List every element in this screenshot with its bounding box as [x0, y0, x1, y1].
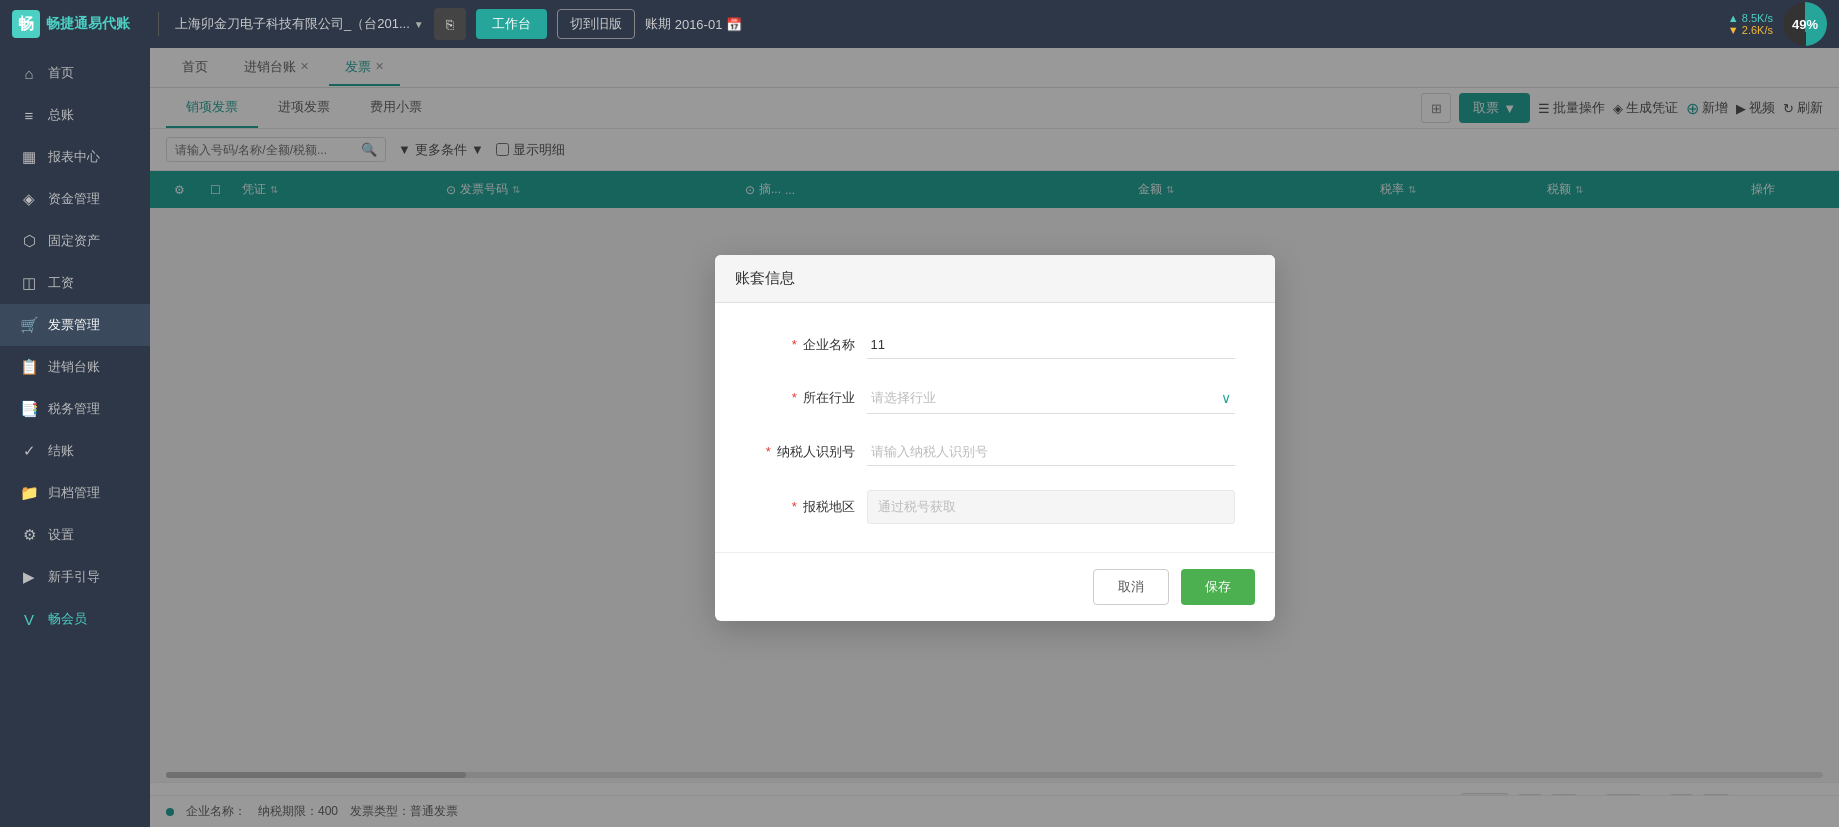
sidebar-label-home: 首页: [48, 64, 74, 82]
topbar: 畅 畅捷通易代账 上海卯金刀电子科技有限公司_（台201... ▼ ⎘ 工作台 …: [0, 0, 1839, 48]
industry-row: * 所在行业 请选择行业 ∨: [755, 383, 1235, 414]
sidebar-item-purchase[interactable]: 📋 进销台账: [0, 346, 150, 388]
industry-label: * 所在行业: [755, 389, 855, 407]
sidebar-label-settings: 设置: [48, 526, 74, 544]
modal-overlay: 账套信息 * 企业名称 * 所在行业 请: [150, 48, 1839, 827]
logo-icon: 畅: [12, 10, 40, 38]
tax-region-display: 通过税号获取: [867, 490, 1235, 524]
copy-icon-btn[interactable]: ⎘: [434, 8, 466, 40]
sidebar-label-purchase: 进销台账: [48, 358, 100, 376]
cancel-button[interactable]: 取消: [1093, 569, 1169, 605]
assets-icon: ⬡: [20, 232, 38, 250]
main-area: 首页 进销台账 ✕ 发票 ✕ 销项发票 进项发票 费用小票 ⊞ 取票 ▼: [150, 48, 1839, 827]
required-mark-4: *: [792, 499, 797, 514]
app-name: 畅捷通易代账: [46, 15, 130, 33]
industry-placeholder: 请选择行业: [871, 389, 1221, 407]
required-mark-3: *: [766, 444, 771, 459]
old-version-button[interactable]: 切到旧版: [557, 9, 635, 39]
company-name-row: * 企业名称: [755, 331, 1235, 359]
save-button[interactable]: 保存: [1181, 569, 1255, 605]
sidebar-item-settings[interactable]: ⚙ 设置: [0, 514, 150, 556]
tax-id-input[interactable]: [867, 438, 1235, 466]
company-dropdown-icon[interactable]: ▼: [414, 19, 424, 30]
sidebar-label-archive: 归档管理: [48, 484, 100, 502]
sidebar-item-tax[interactable]: 📑 税务管理: [0, 388, 150, 430]
speed-indicator: ▲ 8.5K/s ▼ 2.6K/s: [1728, 12, 1773, 36]
sidebar-label-invoice: 发票管理: [48, 316, 100, 334]
sidebar-item-guide[interactable]: ▶ 新手引导: [0, 556, 150, 598]
payroll-icon: ◫: [20, 274, 38, 292]
sidebar-label-reports: 报表中心: [48, 148, 100, 166]
sidebar-item-archive[interactable]: 📁 归档管理: [0, 472, 150, 514]
ledger-icon: ≡: [20, 107, 38, 124]
reports-icon: ▦: [20, 148, 38, 166]
required-mark-1: *: [792, 337, 797, 352]
sidebar-label-tax: 税务管理: [48, 400, 100, 418]
calendar-icon[interactable]: 📅: [726, 17, 742, 32]
sidebar-label-settle: 结账: [48, 442, 74, 460]
company-name-input[interactable]: [867, 331, 1235, 359]
sidebar: ⌂ 首页 ≡ 总账 ▦ 报表中心 ◈ 资金管理 ⬡ 固定资产 ◫ 工资 🛒 发票…: [0, 48, 150, 827]
sidebar-item-payroll[interactable]: ◫ 工资: [0, 262, 150, 304]
modal-body: * 企业名称 * 所在行业 请选择行业 ∨: [715, 303, 1275, 552]
sidebar-label-guide: 新手引导: [48, 568, 100, 586]
sidebar-item-funds[interactable]: ◈ 资金管理: [0, 178, 150, 220]
sidebar-item-home[interactable]: ⌂ 首页: [0, 52, 150, 94]
topbar-right: ▲ 8.5K/s ▼ 2.6K/s 49%: [1728, 2, 1827, 46]
tax-region-label: * 报税地区: [755, 498, 855, 516]
sidebar-label-payroll: 工资: [48, 274, 74, 292]
sidebar-item-invoice[interactable]: 🛒 发票管理: [0, 304, 150, 346]
modal-footer: 取消 保存: [715, 552, 1275, 621]
tax-icon: 📑: [20, 400, 38, 418]
sidebar-label-assets: 固定资产: [48, 232, 100, 250]
sidebar-label-member: 畅会员: [48, 610, 87, 628]
settings-icon: ⚙: [20, 526, 38, 544]
home-icon: ⌂: [20, 65, 38, 82]
period-display: 账期 2016-01 📅: [645, 15, 743, 33]
sidebar-item-assets[interactable]: ⬡ 固定资产: [0, 220, 150, 262]
archive-icon: 📁: [20, 484, 38, 502]
tax-region-row: * 报税地区 通过税号获取: [755, 490, 1235, 524]
funds-icon: ◈: [20, 190, 38, 208]
workbench-button[interactable]: 工作台: [476, 9, 547, 39]
company-selector[interactable]: 上海卯金刀电子科技有限公司_（台201... ▼: [175, 15, 424, 33]
invoice-icon: 🛒: [20, 316, 38, 334]
company-name: 上海卯金刀电子科技有限公司_（台201...: [175, 15, 410, 33]
account-info-modal: 账套信息 * 企业名称 * 所在行业 请: [715, 255, 1275, 621]
speed-down: ▼ 2.6K/s: [1728, 24, 1773, 36]
sidebar-label-ledger: 总账: [48, 106, 74, 124]
topbar-divider-1: [158, 12, 159, 36]
member-icon: V: [20, 611, 38, 628]
sidebar-label-funds: 资金管理: [48, 190, 100, 208]
industry-dropdown-icon[interactable]: ∨: [1221, 390, 1231, 406]
tax-id-label: * 纳税人识别号: [755, 443, 855, 461]
purchase-icon: 📋: [20, 358, 38, 376]
copy-icon: ⎘: [446, 17, 454, 32]
guide-icon: ▶: [20, 568, 38, 586]
sidebar-item-reports[interactable]: ▦ 报表中心: [0, 136, 150, 178]
speed-up: ▲ 8.5K/s: [1728, 12, 1773, 24]
sidebar-item-member[interactable]: V 畅会员: [0, 598, 150, 640]
company-name-label: * 企业名称: [755, 336, 855, 354]
percent-circle: 49%: [1783, 2, 1827, 46]
tax-id-row: * 纳税人识别号: [755, 438, 1235, 466]
required-mark-2: *: [792, 390, 797, 405]
sidebar-item-settle[interactable]: ✓ 结账: [0, 430, 150, 472]
modal-title: 账套信息: [715, 255, 1275, 303]
app-logo: 畅 畅捷通易代账: [12, 10, 142, 38]
sidebar-item-ledger[interactable]: ≡ 总账: [0, 94, 150, 136]
settle-icon: ✓: [20, 442, 38, 460]
industry-select[interactable]: 请选择行业 ∨: [867, 383, 1235, 414]
